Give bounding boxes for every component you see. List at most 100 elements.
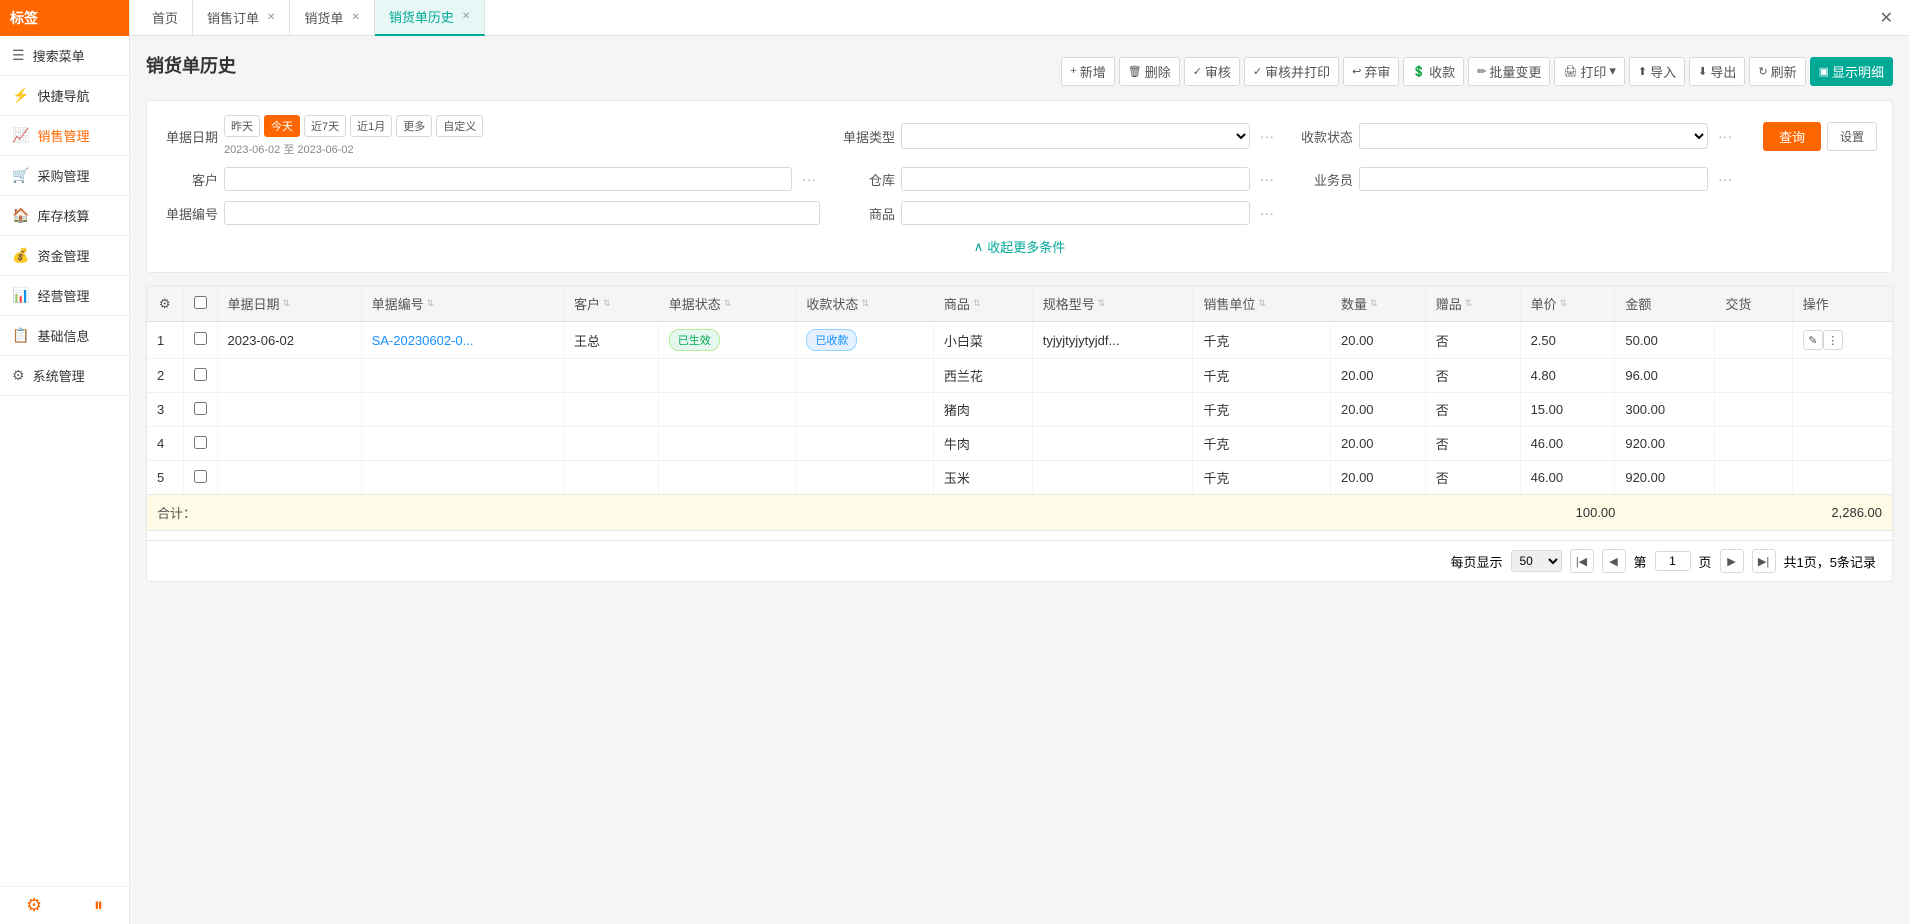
doc-no-input[interactable] (224, 201, 820, 225)
th-doc-no[interactable]: 单据编号⇅ (361, 286, 563, 322)
salesperson-input[interactable] (1359, 167, 1708, 191)
sidebar-collapse-btn[interactable]: ⏸ (94, 895, 103, 916)
th-checkbox[interactable] (183, 286, 217, 322)
query-btn[interactable]: 查询 (1763, 122, 1821, 151)
sidebar-item-quick-nav[interactable]: ⚡ 快捷导航 (0, 76, 129, 116)
collect-status-select[interactable] (1359, 123, 1708, 149)
row-operations[interactable] (1792, 393, 1892, 427)
delete-icon: 🗑 (1128, 65, 1142, 78)
row-operations[interactable]: ✎⋮ (1792, 322, 1892, 359)
th-price[interactable]: 单价⇅ (1520, 286, 1615, 322)
row-operations[interactable] (1792, 461, 1892, 495)
doc-no-link[interactable]: SA-20230602-0... (372, 333, 474, 348)
th-gift[interactable]: 赠品⇅ (1425, 286, 1520, 322)
row-spec: tyjyjtyjytyjdf... (1032, 322, 1193, 359)
th-collect-status[interactable]: 收款状态⇅ (796, 286, 934, 322)
export-btn[interactable]: ⬇ 导出 (1689, 57, 1745, 86)
setting-btn[interactable]: 设置 (1827, 122, 1877, 151)
row-doc-no[interactable] (361, 393, 563, 427)
row-doc-no[interactable] (361, 427, 563, 461)
row-doc-no[interactable] (361, 461, 563, 495)
date-btn-custom[interactable]: 自定义 (436, 115, 483, 137)
delete-btn[interactable]: 🗑 删除 (1119, 57, 1180, 86)
th-spec[interactable]: 规格型号⇅ (1032, 286, 1193, 322)
print-dropdown-icon: ▾ (1609, 63, 1616, 79)
th-doc-date[interactable]: 单据日期⇅ (217, 286, 361, 322)
row-checkbox[interactable] (183, 393, 217, 427)
horizontal-scrollbar[interactable] (147, 530, 1892, 540)
tab-sales-order-close[interactable]: ✕ (267, 12, 275, 23)
th-customer[interactable]: 客户⇅ (563, 286, 658, 322)
page-first-btn[interactable]: |◀ (1570, 549, 1594, 573)
tab-home[interactable]: 首页 (138, 0, 193, 36)
sidebar-item-search-menu[interactable]: ☰ 搜索菜单 (0, 36, 129, 76)
date-btn-more[interactable]: 更多 (396, 115, 432, 137)
customer-input[interactable] (224, 167, 792, 191)
row-doc-no[interactable] (361, 359, 563, 393)
sidebar-item-finance-mgmt[interactable]: 💰 资金管理 (0, 236, 129, 276)
tab-sales-history-close[interactable]: ✕ (462, 11, 470, 22)
page-prev-btn[interactable]: ◀ (1602, 549, 1626, 573)
collapse-btn[interactable]: ∧ 收起更多条件 (163, 235, 1876, 258)
show-detail-btn[interactable]: ▣ 显示明细 (1810, 57, 1893, 86)
op-edit[interactable]: ✎ (1803, 330, 1823, 350)
tab-sales-history[interactable]: 销货单历史 ✕ (375, 0, 485, 36)
sidebar-item-sales-mgmt[interactable]: 📈 销售管理 (0, 116, 129, 156)
warehouse-dots[interactable]: ··· (1256, 171, 1278, 187)
row-checkbox[interactable] (183, 427, 217, 461)
th-doc-status[interactable]: 单据状态⇅ (658, 286, 796, 322)
doc-type-select[interactable] (901, 123, 1250, 149)
th-unit[interactable]: 销售单位⇅ (1193, 286, 1331, 322)
sidebar-item-ops-mgmt[interactable]: 📊 经营管理 (0, 276, 129, 316)
audit-btn[interactable]: ✓ 审核 (1184, 57, 1240, 86)
tab-sales-delivery-close[interactable]: ✕ (351, 12, 359, 23)
row-checkbox[interactable] (183, 322, 217, 359)
date-btn-1month[interactable]: 近1月 (350, 115, 392, 137)
sidebar-item-purchase-mgmt[interactable]: 🛒 采购管理 (0, 156, 129, 196)
page-next-btn[interactable]: ▶ (1720, 549, 1744, 573)
collapse-icon: ∧ (974, 239, 984, 255)
row-checkbox[interactable] (183, 461, 217, 495)
sidebar-item-basic-info[interactable]: 📋 基础信息 (0, 316, 129, 356)
doc-type-dots[interactable]: ··· (1256, 128, 1278, 144)
row-checkbox[interactable] (183, 359, 217, 393)
refresh-btn[interactable]: ↻ 刷新 (1749, 57, 1805, 86)
filter-goods-item: 商品 ··· (840, 201, 1278, 225)
page-size-select[interactable]: 50 10 20 100 (1511, 550, 1562, 572)
filter-doc-no-item: 单据编号 (163, 201, 820, 225)
row-operations[interactable] (1792, 427, 1892, 461)
audit-print-btn[interactable]: ✓ 审核并打印 (1244, 57, 1339, 86)
date-btn-today[interactable]: 今天 (264, 115, 300, 137)
sidebar-item-sys-mgmt[interactable]: ⚙ 系统管理 (0, 356, 129, 396)
sidebar-settings-btn[interactable]: ⚙ (26, 895, 42, 916)
page-last-btn[interactable]: ▶| (1752, 549, 1776, 573)
goods-input[interactable] (901, 201, 1250, 225)
import-btn[interactable]: ⬆ 导入 (1629, 57, 1685, 86)
collect-status-dots[interactable]: ··· (1714, 128, 1736, 144)
th-gear[interactable]: ⚙ (147, 286, 183, 322)
finance-mgmt-icon: 💰 (12, 247, 29, 264)
salesperson-dots[interactable]: ··· (1714, 171, 1736, 187)
op-more[interactable]: ⋮ (1823, 330, 1843, 350)
print-btn[interactable]: 🖨 打印 ▾ (1554, 57, 1625, 86)
batch-change-btn[interactable]: ✏ 批量变更 (1468, 57, 1550, 86)
date-label: 单据日期 (163, 127, 218, 146)
th-qty[interactable]: 数量⇅ (1331, 286, 1426, 322)
row-doc-no[interactable]: SA-20230602-0... (361, 322, 563, 359)
date-btn-7days[interactable]: 近7天 (304, 115, 346, 137)
abandon-btn[interactable]: ↩ 弃审 (1343, 57, 1399, 86)
collect-btn[interactable]: 💲 收款 (1403, 57, 1464, 86)
tab-sales-delivery[interactable]: 销货单 ✕ (290, 0, 374, 36)
select-all-checkbox[interactable] (194, 296, 207, 309)
th-goods[interactable]: 商品⇅ (933, 286, 1032, 322)
tab-bar-close-btn[interactable]: ✕ (1872, 8, 1901, 28)
tab-sales-order[interactable]: 销售订单 ✕ (193, 0, 290, 36)
date-btn-yesterday[interactable]: 昨天 (224, 115, 260, 137)
sidebar-item-inventory-calc[interactable]: 🏠 库存核算 (0, 196, 129, 236)
row-operations[interactable] (1792, 359, 1892, 393)
customer-dots[interactable]: ··· (798, 171, 820, 187)
warehouse-input[interactable] (901, 167, 1250, 191)
page-input[interactable] (1655, 551, 1691, 571)
new-btn[interactable]: + 新增 (1061, 57, 1114, 86)
goods-dots[interactable]: ··· (1256, 205, 1278, 221)
